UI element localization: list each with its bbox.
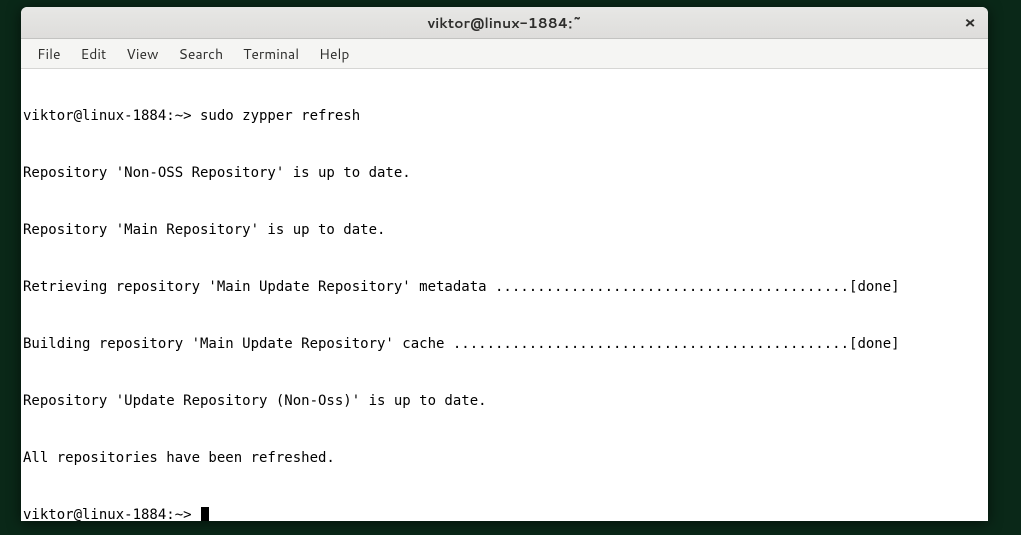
menubar: File Edit View Search Terminal Help	[21, 39, 988, 69]
terminal-line: Repository 'Non-OSS Repository' is up to…	[23, 164, 986, 183]
menu-edit[interactable]: Edit	[71, 40, 117, 68]
terminal-prompt: viktor@linux-1884:~>	[23, 507, 200, 521]
terminal-prompt-line: viktor@linux-1884:~>	[23, 506, 986, 521]
menu-terminal[interactable]: Terminal	[233, 40, 309, 68]
terminal-line: Retrieving repository 'Main Update Repos…	[23, 278, 986, 297]
terminal-window: viktor@linux-1884:~ × File Edit View Sea…	[21, 7, 988, 521]
terminal-line: Repository 'Main Repository' is up to da…	[23, 221, 986, 240]
terminal-line: Building repository 'Main Update Reposit…	[23, 335, 986, 354]
terminal-line: viktor@linux-1884:~> sudo zypper refresh	[23, 107, 986, 126]
terminal-line: All repositories have been refreshed.	[23, 449, 986, 468]
titlebar[interactable]: viktor@linux-1884:~ ×	[21, 7, 988, 39]
menu-help[interactable]: Help	[309, 40, 359, 68]
menu-view[interactable]: View	[116, 40, 168, 68]
close-button[interactable]: ×	[960, 13, 980, 33]
close-icon: ×	[964, 15, 975, 31]
menu-search[interactable]: Search	[169, 40, 234, 68]
terminal-area[interactable]: viktor@linux-1884:~> sudo zypper refresh…	[21, 69, 988, 521]
terminal-line: Repository 'Update Repository (Non-Oss)'…	[23, 392, 986, 411]
window-title: viktor@linux-1884:~	[21, 13, 988, 33]
menu-file[interactable]: File	[27, 40, 71, 68]
cursor	[201, 507, 209, 521]
